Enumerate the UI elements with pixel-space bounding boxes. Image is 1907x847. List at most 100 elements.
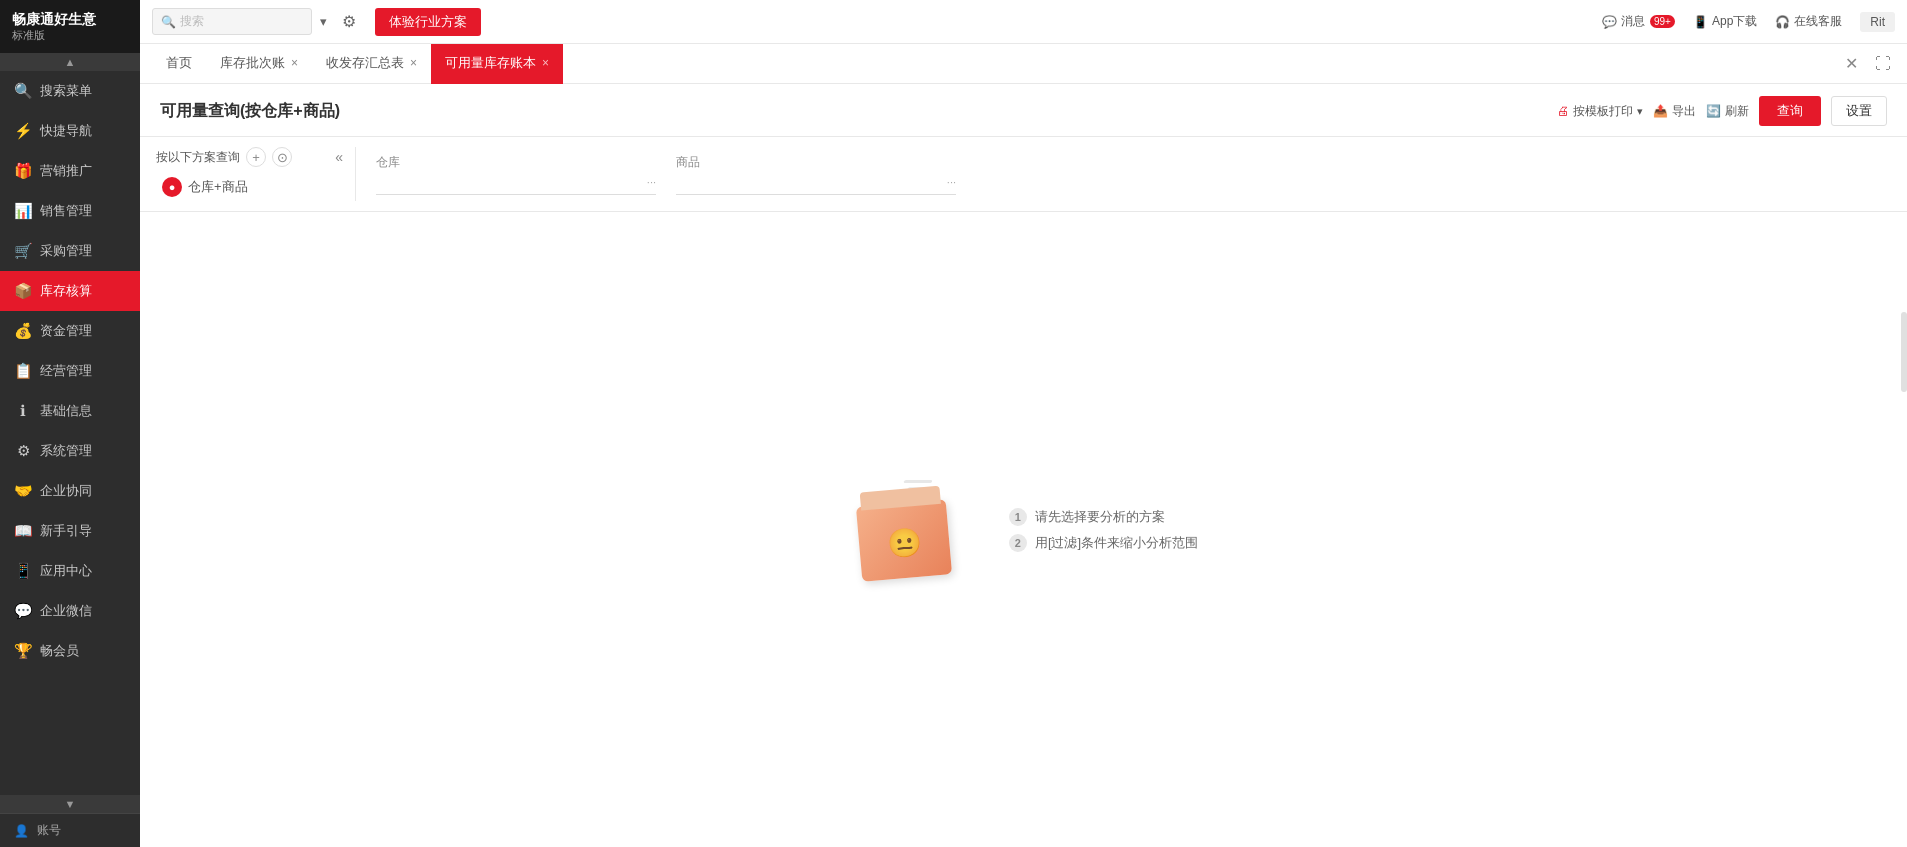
tab-deposit-summary[interactable]: 收发存汇总表× — [312, 44, 431, 84]
sidebar-item-enterprise[interactable]: 🤝 企业协同 — [0, 471, 140, 511]
topbar-search-box[interactable]: 🔍 搜索 — [152, 8, 312, 35]
sidebar-icon-finance: 💰 — [14, 322, 32, 340]
add-icon: + — [252, 150, 260, 165]
refresh-label: 刷新 — [1725, 103, 1749, 120]
fullscreen-btn[interactable]: ⛶ — [1871, 52, 1895, 76]
page-header: 可用量查询(按仓库+商品) 🖨 按模板打印 ▾ 📤 导出 🔄 刷新 查询 设置 — [140, 84, 1907, 137]
close-tab-btn[interactable]: ✕ — [1839, 52, 1863, 76]
topbar-settings-icon[interactable]: ⚙ — [335, 8, 363, 36]
sidebar-item-sales[interactable]: 📊 销售管理 — [0, 191, 140, 231]
sidebar-bottom[interactable]: 👤 账号 — [0, 813, 140, 847]
sidebar-label-quick-nav: 快捷导航 — [40, 122, 92, 140]
tab-label-available-ledger: 可用量库存账本 — [445, 54, 536, 72]
topbar: 🔍 搜索 ▾ ⚙ 体验行业方案 💬 消息 99+ 📱 App下载 🎧 在线客服 … — [140, 0, 1907, 44]
tabs-actions: ✕ ⛶ — [1839, 52, 1895, 76]
sidebar-icon-sales: 📊 — [14, 202, 32, 220]
refresh-btn[interactable]: 🔄 刷新 — [1706, 103, 1749, 120]
sidebar-item-search[interactable]: 🔍 搜索菜单 — [0, 71, 140, 111]
topbar-app-download[interactable]: 📱 App下载 — [1693, 13, 1757, 30]
tab-close-available-ledger[interactable]: × — [542, 56, 549, 70]
experience-btn[interactable]: 体验行业方案 — [375, 8, 481, 36]
sidebar-scroll-up[interactable]: ▲ — [0, 53, 140, 71]
topbar-dropdown[interactable]: ▾ — [320, 14, 327, 29]
sidebar-item-onboarding[interactable]: 📖 新手引导 — [0, 511, 140, 551]
app-download-icon: 📱 — [1693, 15, 1708, 29]
tab-available-ledger[interactable]: 可用量库存账本 × — [431, 44, 563, 84]
empty-hint-1: 1 请先选择要分析的方案 — [1009, 508, 1198, 526]
sidebar-icon-wechat: 💬 — [14, 602, 32, 620]
message-label: 消息 — [1621, 13, 1645, 30]
settings-btn[interactable]: 设置 — [1831, 96, 1887, 126]
service-icon: 🎧 — [1775, 15, 1790, 29]
filter-area: 按以下方案查询 + ⊙ « ● 仓库+商品 仓库 — [140, 137, 1907, 212]
topbar-user-info[interactable]: Rit — [1860, 12, 1895, 32]
tab-batch-ledger[interactable]: 库存批次账× — [206, 44, 312, 84]
warehouse-field-input[interactable]: ··· — [376, 175, 656, 195]
sidebar-item-operations[interactable]: 📋 经营管理 — [0, 351, 140, 391]
tab-close-deposit-summary[interactable]: × — [410, 56, 417, 70]
print-label: 按模板打印 — [1573, 103, 1633, 120]
sidebar-icon-system: ⚙ — [14, 442, 32, 460]
product-more-btn[interactable]: ··· — [947, 176, 956, 188]
sidebar-label-app-center: 应用中心 — [40, 562, 92, 580]
sidebar-icon-quick-nav: ⚡ — [14, 122, 32, 140]
topbar-right: 💬 消息 99+ 📱 App下载 🎧 在线客服 Rit — [1602, 12, 1895, 32]
sidebar-icon-operations: 📋 — [14, 362, 32, 380]
sidebar-item-purchase[interactable]: 🛒 采购管理 — [0, 231, 140, 271]
sidebar-label-enterprise: 企业协同 — [40, 482, 92, 500]
hint-text-2: 用[过滤]条件来缩小分析范围 — [1035, 534, 1198, 552]
sidebar-item-quick-nav[interactable]: ⚡ 快捷导航 — [0, 111, 140, 151]
page-actions: 🖨 按模板打印 ▾ 📤 导出 🔄 刷新 查询 设置 — [1557, 96, 1887, 126]
scheme-settings-icon: ⊙ — [277, 150, 288, 165]
scheme-add-btn[interactable]: + — [246, 147, 266, 167]
sidebar-scroll-down[interactable]: ▼ — [0, 795, 140, 813]
sidebar-item-app-center[interactable]: 📱 应用中心 — [0, 551, 140, 591]
sidebar-item-marketing[interactable]: 🎁 营销推广 — [0, 151, 140, 191]
sidebar-label-sales: 销售管理 — [40, 202, 92, 220]
warehouse-input[interactable] — [376, 175, 641, 190]
scheme-item-icon: ● — [162, 177, 182, 197]
scheme-collapse-btn[interactable]: « — [335, 149, 343, 165]
search-icon: 🔍 — [161, 15, 176, 29]
topbar-online-service[interactable]: 🎧 在线客服 — [1775, 13, 1842, 30]
sidebar-label-operations: 经营管理 — [40, 362, 92, 380]
right-scrollbar[interactable] — [1901, 312, 1907, 392]
export-icon: 📤 — [1653, 104, 1668, 118]
filter-scheme: 按以下方案查询 + ⊙ « ● 仓库+商品 — [156, 147, 356, 201]
product-field-input[interactable]: ··· — [676, 175, 956, 195]
app-name: 畅康通好生意 — [12, 10, 96, 28]
export-btn[interactable]: 📤 导出 — [1653, 103, 1696, 120]
sidebar-item-basic-info[interactable]: ℹ 基础信息 — [0, 391, 140, 431]
product-input[interactable] — [676, 175, 941, 190]
sidebar-label-finance: 资金管理 — [40, 322, 92, 340]
topbar-message[interactable]: 💬 消息 99+ — [1602, 13, 1675, 30]
empty-hint-2: 2 用[过滤]条件来缩小分析范围 — [1009, 534, 1198, 552]
print-icon: 🖨 — [1557, 104, 1569, 118]
tab-close-batch-ledger[interactable]: × — [291, 56, 298, 70]
hint-num-1: 1 — [1009, 508, 1027, 526]
search-placeholder: 搜索 — [180, 13, 204, 30]
tab-label-home: 首页 — [166, 54, 192, 72]
export-label: 导出 — [1672, 103, 1696, 120]
page-content: 可用量查询(按仓库+商品) 🖨 按模板打印 ▾ 📤 导出 🔄 刷新 查询 设置 — [140, 84, 1907, 847]
sidebar-label-member: 畅会员 — [40, 642, 79, 660]
sidebar-bottom-label: 账号 — [37, 822, 61, 839]
tab-home[interactable]: 首页 — [152, 44, 206, 84]
page-title: 可用量查询(按仓库+商品) — [160, 101, 340, 122]
print-dropdown-icon: ▾ — [1637, 105, 1643, 118]
warehouse-more-btn[interactable]: ··· — [647, 176, 656, 188]
user-label: Rit — [1870, 15, 1885, 29]
print-btn[interactable]: 🖨 按模板打印 ▾ — [1557, 103, 1643, 120]
hint-num-2: 2 — [1009, 534, 1027, 552]
sidebar-item-inventory[interactable]: 📦 库存核算 — [0, 271, 140, 311]
sidebar-item-member[interactable]: 🏆 畅会员 — [0, 631, 140, 671]
sidebar-label-inventory: 库存核算 — [40, 282, 92, 300]
sidebar-item-finance[interactable]: 💰 资金管理 — [0, 311, 140, 351]
scheme-settings-btn[interactable]: ⊙ — [272, 147, 292, 167]
hint-text-1: 请先选择要分析的方案 — [1035, 508, 1165, 526]
sidebar-item-system[interactable]: ⚙ 系统管理 — [0, 431, 140, 471]
scheme-item-warehouse-product[interactable]: ● 仓库+商品 — [156, 173, 343, 201]
query-btn[interactable]: 查询 — [1759, 96, 1821, 126]
sidebar-item-wechat[interactable]: 💬 企业微信 — [0, 591, 140, 631]
filter-field-product: 商品 ··· — [676, 154, 956, 195]
